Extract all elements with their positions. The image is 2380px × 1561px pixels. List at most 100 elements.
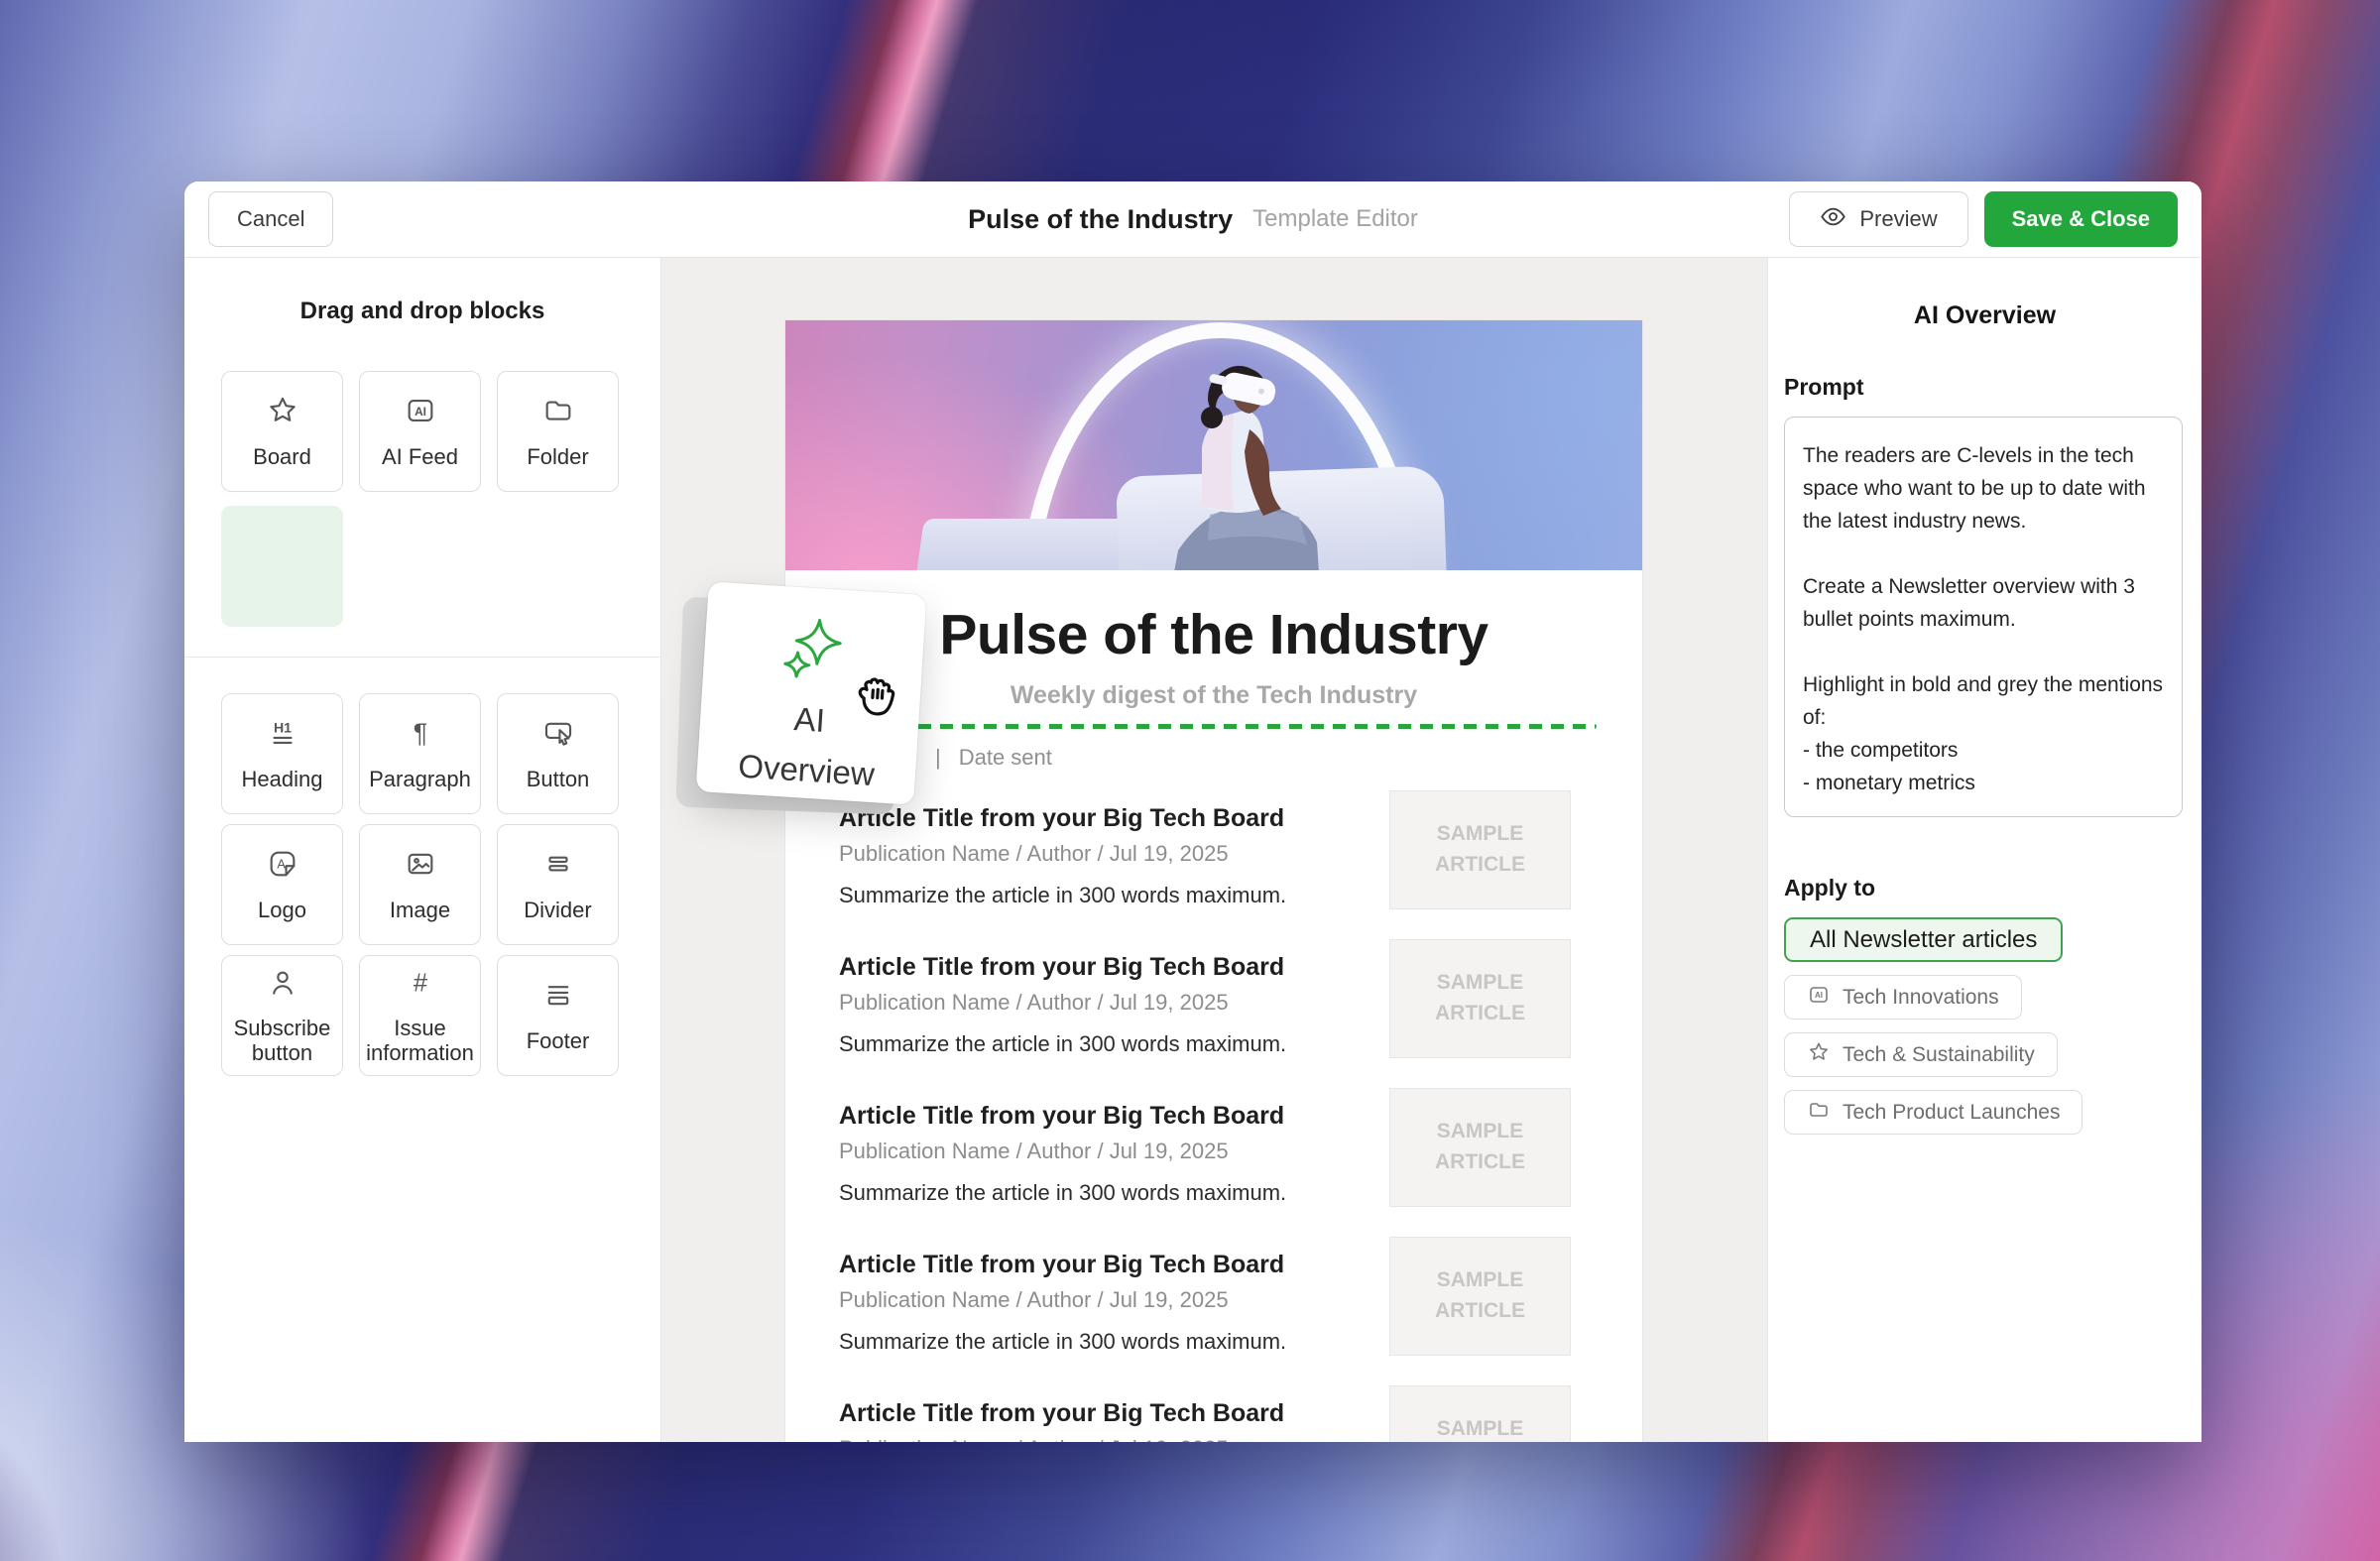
article-row: Article Title from your Big Tech Board P… (839, 1087, 1571, 1207)
article-row: Article Title from your Big Tech Board P… (839, 789, 1571, 909)
panel-title: AI Overview (1913, 301, 2057, 329)
block-label: AI Feed (381, 443, 459, 469)
article-text: Article Title from your Big Tech Board P… (839, 1251, 1374, 1355)
block-subscribe-button[interactable]: Subscribe button (221, 955, 343, 1076)
sample-article-placeholder: SAMPLE ARTICLE (1389, 938, 1571, 1058)
footer-icon (541, 978, 575, 1018)
template-editor-window: Cancel Pulse of the Industry Template Ed… (184, 181, 2202, 1442)
block-paragraph[interactable]: ¶ Paragraph (359, 693, 481, 814)
block-image[interactable]: Image (359, 824, 481, 945)
editor-header: Cancel Pulse of the Industry Template Ed… (184, 181, 2202, 258)
article-title: Article Title from your Big Tech Board (839, 1398, 1285, 1427)
block-footer[interactable]: Footer (497, 955, 619, 1076)
block-label: Divider (524, 897, 592, 922)
apply-to-label: Apply to (1784, 875, 1875, 901)
article-title: Article Title from your Big Tech Board (839, 952, 1285, 981)
apply-option-tech-product-launches[interactable]: Tech Product Launches (1784, 1090, 2083, 1135)
prompt-textarea[interactable]: The readers are C-levels in the tech spa… (1784, 417, 2183, 817)
block-board[interactable]: Board (221, 371, 343, 492)
blocks-sidebar-title: Drag and drop blocks (299, 298, 545, 324)
article-title: Article Title from your Big Tech Board (839, 1250, 1285, 1278)
article-list: Article Title from your Big Tech Board P… (785, 789, 1642, 1442)
block-label: Issue information (366, 1016, 474, 1065)
date-sent-label: Date sent (958, 744, 1052, 770)
article-meta: Publication Name / Author / Jul 19, 2025 (839, 840, 1229, 866)
issue-meta: | Date sent (935, 745, 1642, 771)
article-title: Article Title from your Big Tech Board (839, 1101, 1285, 1130)
article-summary: Summarize the article in 300 words maxim… (839, 1030, 1287, 1056)
block-label: Logo (258, 897, 306, 922)
header-actions: Preview Save & Close (1789, 191, 2178, 247)
article-text: Article Title from your Big Tech Board P… (839, 1102, 1374, 1206)
ai-badge-icon: AI (1807, 983, 1831, 1013)
svg-text:A: A (277, 856, 286, 871)
blocks-sidebar: Drag and drop blocks Board AI AI Feed Fo… (184, 258, 661, 1442)
page-title: Pulse of the Industry (968, 203, 1234, 234)
apply-option-tech-innovations[interactable]: AI Tech Innovations (1784, 975, 2022, 1020)
article-meta: Publication Name / Author / Jul 19, 2025 (839, 1436, 1374, 1442)
grabbing-cursor-icon (845, 667, 908, 731)
template-canvas: Pulse of the Industry Weekly digest of t… (661, 258, 1767, 1442)
article-summary: Summarize the article in 300 words maxim… (839, 1328, 1287, 1354)
article-row: Article Title from your Big Tech Board P… (839, 938, 1571, 1058)
folder-icon (541, 394, 575, 433)
apply-option-tech-sustainability[interactable]: Tech & Sustainability (1784, 1032, 2058, 1077)
article-summary: Summarize the article in 300 words maxim… (839, 882, 1287, 907)
block-folder[interactable]: Folder (497, 371, 619, 492)
content-blocks-grid: Board AI AI Feed Folder (221, 371, 660, 492)
article-meta: Publication Name / Author / Jul 19, 2025 (839, 1138, 1229, 1163)
apply-option-label: All Newsletter articles (1810, 925, 2038, 953)
svg-text:H1: H1 (273, 720, 291, 736)
element-blocks-grid: H1 Heading ¶ Paragraph Button A Logo Ima… (221, 693, 660, 1076)
person-icon (266, 966, 299, 1006)
article-text: Article Title from your Big Tech Board P… (839, 804, 1374, 908)
svg-text:AI: AI (1815, 991, 1823, 1000)
issue-separator: | (935, 744, 941, 770)
block-divider[interactable]: Divider (497, 824, 619, 945)
article-text: Article Title from your Big Tech Board P… (839, 1399, 1374, 1442)
image-icon (404, 847, 437, 887)
sample-article-placeholder: SAMPLE ARTICLE (1389, 789, 1571, 909)
save-close-button[interactable]: Save & Close (1983, 191, 2178, 247)
folder-icon (1807, 1098, 1831, 1128)
drag-source-placeholder (221, 506, 343, 627)
block-logo[interactable]: A Logo (221, 824, 343, 945)
svg-text:#: # (413, 969, 427, 997)
block-label: Board (253, 443, 311, 469)
heading-icon: H1 (266, 716, 299, 756)
sample-article-placeholder: SAMPLE ARTICLE (1389, 1236, 1571, 1356)
apply-to-options: All Newsletter articles AI Tech Innovati… (1784, 917, 2186, 1135)
sparkles-icon (775, 610, 852, 690)
star-icon (1807, 1040, 1831, 1070)
block-heading[interactable]: H1 Heading (221, 693, 343, 814)
ai-overview-settings-panel: AI Overview Prompt The readers are C-lev… (1767, 258, 2202, 1442)
article-summary: Summarize the article in 300 words maxim… (839, 1179, 1287, 1205)
preview-label: Preview (1859, 206, 1938, 231)
article-row: Article Title from your Big Tech Board P… (839, 1384, 1571, 1442)
block-label: Footer (526, 1027, 590, 1053)
dragged-ai-overview-block[interactable]: AI Overview (675, 581, 927, 815)
pilcrow-icon: ¶ (404, 716, 437, 756)
apply-option-all-newsletter-articles[interactable]: All Newsletter articles (1784, 917, 2064, 962)
button-cursor-icon (541, 716, 575, 756)
block-ai-feed[interactable]: AI AI Feed (359, 371, 481, 492)
eye-icon (1820, 203, 1846, 236)
preview-button[interactable]: Preview (1789, 191, 1968, 247)
sample-article-placeholder: SAMPLE ARTICLE (1389, 1384, 1571, 1442)
article-meta: Publication Name / Author / Jul 19, 2025 (839, 989, 1229, 1015)
block-label: Heading (241, 766, 323, 791)
svg-text:¶: ¶ (413, 718, 426, 748)
apply-option-label: Tech & Sustainability (1843, 1042, 2035, 1066)
apply-option-label: Tech Product Launches (1843, 1100, 2061, 1124)
star-icon (266, 394, 299, 433)
prompt-label: Prompt (1784, 374, 1864, 400)
sidebar-divider (184, 657, 660, 658)
editor-mode-label: Template Editor (1252, 205, 1418, 232)
block-button[interactable]: Button (497, 693, 619, 814)
block-label: Button (526, 766, 590, 791)
ai-badge-icon: AI (404, 394, 437, 433)
logo-icon: A (266, 847, 299, 887)
newsletter-page: Pulse of the Industry Weekly digest of t… (784, 319, 1643, 1442)
block-issue-information[interactable]: # Issue information (359, 955, 481, 1076)
divider-icon (541, 847, 575, 887)
